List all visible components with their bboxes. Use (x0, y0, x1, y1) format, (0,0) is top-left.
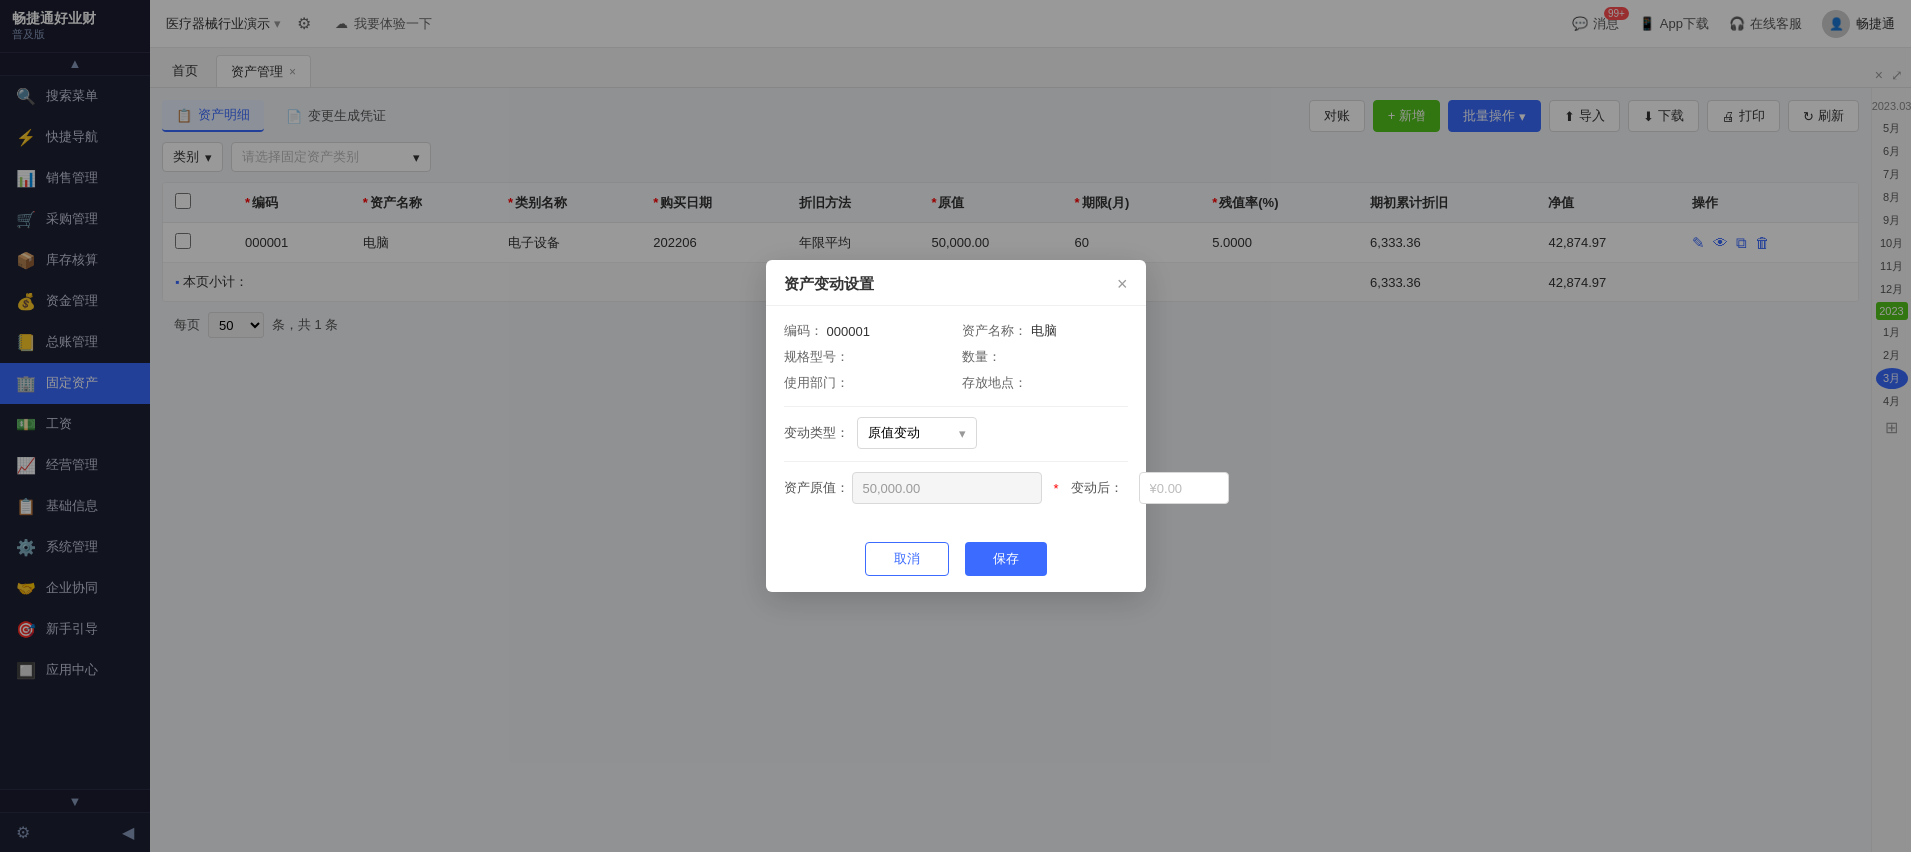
modal-field-spec: 规格型号： (784, 348, 950, 366)
modal-field-code: 编码： 000001 (784, 322, 950, 340)
modal-field-department: 使用部门： (784, 374, 950, 392)
modal-info-grid: 编码： 000001 资产名称： 电脑 规格型号： 数量： 使用部门： (784, 322, 1128, 392)
original-value-input[interactable] (852, 472, 1042, 504)
modal-original-value-row: 资产原值： * 变动后： (784, 472, 1128, 504)
modal-divider-1 (784, 406, 1128, 407)
cancel-button[interactable]: 取消 (865, 542, 949, 576)
modal-header: 资产变动设置 × (766, 260, 1146, 306)
modal-change-type-row: 变动类型： 原值变动 ▾ (784, 417, 1128, 449)
modal-body: 编码： 000001 资产名称： 电脑 规格型号： 数量： 使用部门： (766, 306, 1146, 532)
modal-divider-2 (784, 461, 1128, 462)
modal-overlay[interactable]: 资产变动设置 × 编码： 000001 资产名称： 电脑 规格型号： 数量： (0, 0, 1911, 852)
asset-change-modal: 资产变动设置 × 编码： 000001 资产名称： 电脑 规格型号： 数量： (766, 260, 1146, 592)
required-mark: * (1054, 481, 1059, 496)
modal-close-btn[interactable]: × (1117, 274, 1128, 295)
modal-field-location: 存放地点： (962, 374, 1128, 392)
original-value-label: 资产原值： (784, 479, 844, 497)
change-type-label: 变动类型： (784, 424, 849, 442)
modal-field-name: 资产名称： 电脑 (962, 322, 1128, 340)
after-change-label: 变动后： (1071, 479, 1131, 497)
after-change-input[interactable] (1139, 472, 1229, 504)
modal-field-quantity: 数量： (962, 348, 1128, 366)
change-type-select[interactable]: 原值变动 ▾ (857, 417, 977, 449)
modal-footer: 取消 保存 (766, 532, 1146, 592)
change-type-arrow-icon: ▾ (959, 426, 966, 441)
modal-title: 资产变动设置 (784, 275, 874, 294)
save-button[interactable]: 保存 (965, 542, 1047, 576)
change-type-value: 原值变动 (868, 424, 920, 442)
